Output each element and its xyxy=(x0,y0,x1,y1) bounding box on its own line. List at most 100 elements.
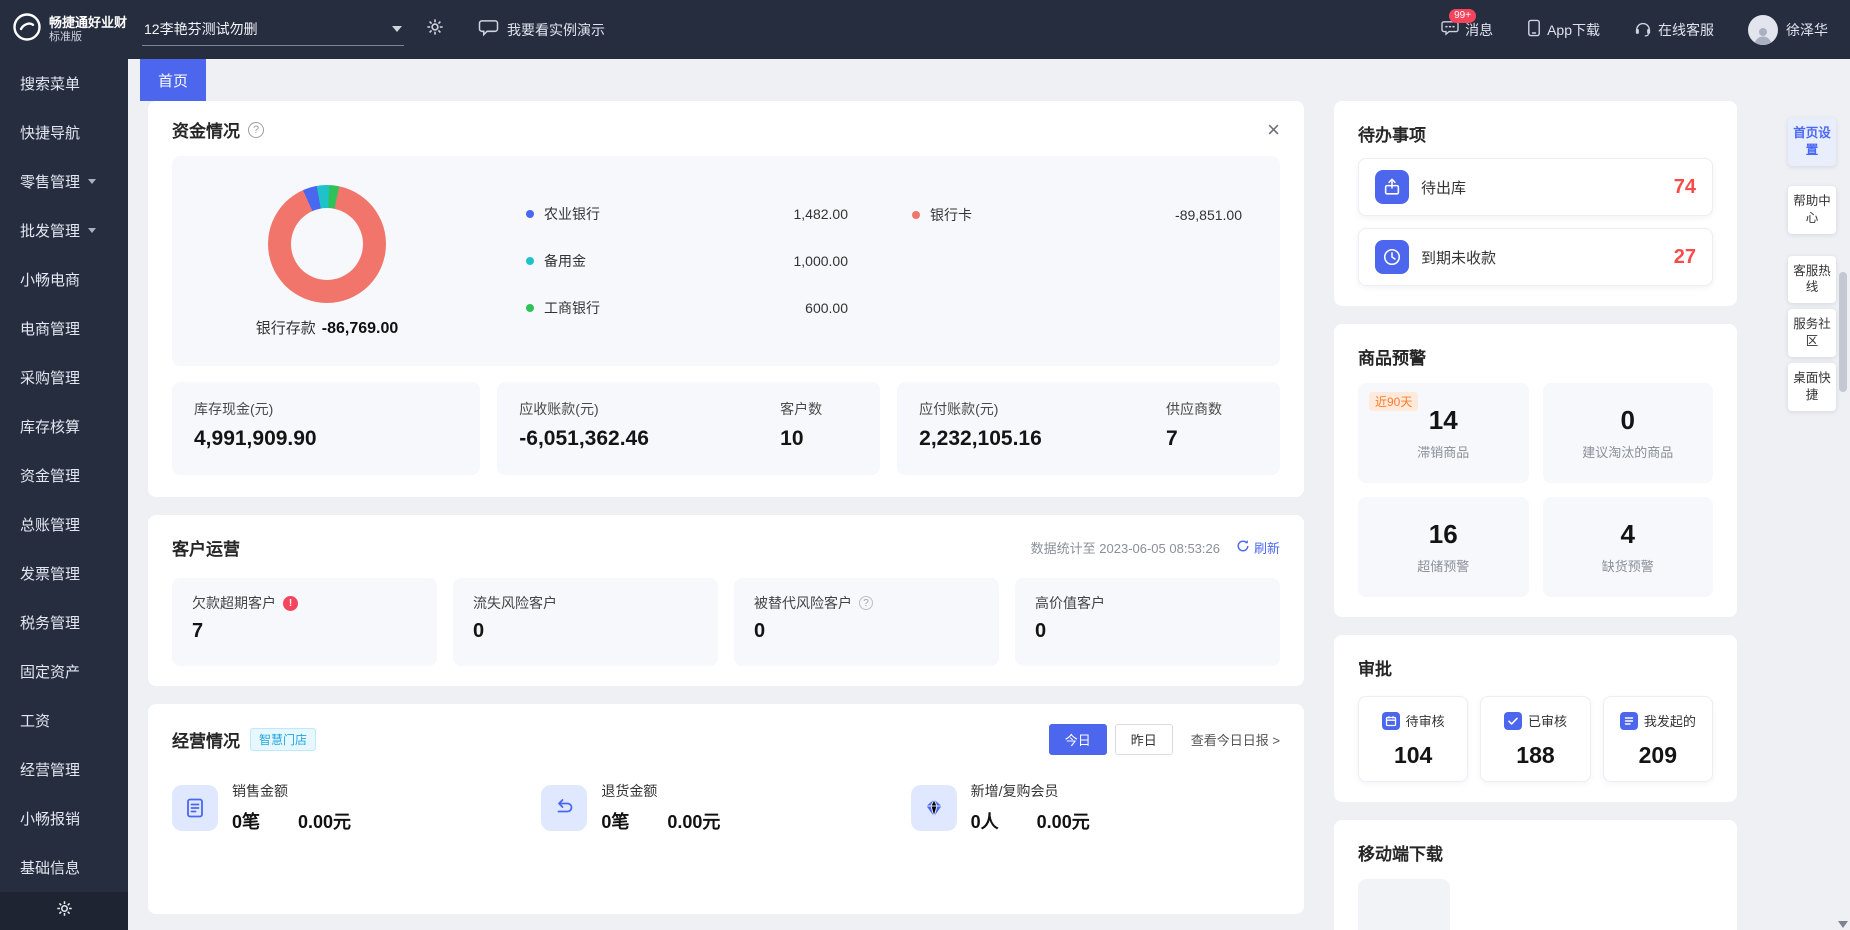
scrollbar-thumb[interactable] xyxy=(1839,272,1847,392)
messages-button[interactable]: 99+ 消息 xyxy=(1441,8,1493,40)
sidebar-item-base-info[interactable]: 基础信息 xyxy=(0,843,128,892)
sidebar-item-retail[interactable]: 零售管理 xyxy=(0,157,128,206)
warning-suggest-remove[interactable]: 0 建议淘汰的商品 xyxy=(1542,383,1713,483)
tab-home[interactable]: 首页 xyxy=(140,59,207,101)
online-service-button[interactable]: 在线客服 xyxy=(1634,20,1714,40)
stat-label: 应收账款(元) xyxy=(519,401,599,417)
sidebar-item-payroll[interactable]: 工资 xyxy=(0,696,128,745)
refresh-icon xyxy=(1236,539,1250,556)
sidebar-item-ecommerce[interactable]: 电商管理 xyxy=(0,304,128,353)
yesterday-button[interactable]: 昨日 xyxy=(1114,724,1173,755)
stat-label: 被替代风险客户 xyxy=(754,595,852,611)
warning-slow-moving[interactable]: 近90天 14 滞销商品 xyxy=(1358,383,1529,483)
help-icon[interactable]: ? xyxy=(248,121,264,138)
warning-value: 16 xyxy=(1428,519,1458,549)
stat-label: 供应商数 xyxy=(1165,401,1222,417)
stat-value: 7 xyxy=(192,620,204,642)
stat-replacement-risk-customers: 被替代风险客户 ? 0 xyxy=(734,578,999,666)
sidebar-item-operations[interactable]: 经营管理 xyxy=(0,745,128,794)
stat-label: 欠款超期客户 xyxy=(192,595,276,611)
chevron-down-icon xyxy=(88,179,97,184)
stat-value: 4,991,909.90 xyxy=(194,427,317,450)
stat-sales-amount: 销售金额 0笔 0.00元 xyxy=(172,781,541,834)
rail-item-label: 帮助中心 xyxy=(1793,193,1831,225)
legend-dot-icon xyxy=(526,210,534,218)
sidebar-item-invoices[interactable]: 发票管理 xyxy=(0,549,128,598)
refresh-label: 刷新 xyxy=(1253,541,1280,556)
gear-icon xyxy=(426,18,444,41)
sidebar-item-quick-nav[interactable]: 快捷导航 xyxy=(0,108,128,157)
stat-customer-count: 客户数 10 xyxy=(780,399,858,458)
stat-amount: 0.00元 xyxy=(667,812,721,832)
rail-service-community[interactable]: 服务社区 xyxy=(1788,309,1836,357)
warning-value: 4 xyxy=(1620,519,1635,549)
settings-gear-button[interactable] xyxy=(426,18,444,41)
brand-name-line1: 畅捷通好业财 xyxy=(49,14,128,30)
tab-home-label: 首页 xyxy=(158,72,189,90)
rail-help-center[interactable]: 帮助中心 xyxy=(1788,185,1836,234)
demo-link[interactable]: 我要看实例演示 xyxy=(478,19,605,40)
sidebar-item-purchasing[interactable]: 采购管理 xyxy=(0,353,128,402)
sidebar-item-label: 零售管理 xyxy=(20,174,81,191)
funds-donut-chart xyxy=(268,184,386,303)
demo-link-label: 我要看实例演示 xyxy=(507,21,605,38)
today-button[interactable]: 今日 xyxy=(1048,724,1107,755)
warning-overstock[interactable]: 16 超储预警 xyxy=(1358,497,1529,597)
sidebar-item-label: 总账管理 xyxy=(20,517,81,534)
legend-row: 备用金 1,000.00 xyxy=(526,251,848,271)
sidebar-item-xiaochang-ecom[interactable]: 小畅电商 xyxy=(0,255,128,304)
warning-label: 滞销商品 xyxy=(1417,445,1470,460)
user-menu[interactable]: 徐泽华 xyxy=(1748,14,1828,45)
legend-row: 工商银行 600.00 xyxy=(526,298,848,318)
sidebar-item-general-ledger[interactable]: 总账管理 xyxy=(0,500,128,549)
daily-report-link[interactable]: 查看今日日报 > xyxy=(1191,730,1280,749)
approval-pending[interactable]: 待审核 104 xyxy=(1358,696,1469,782)
warning-out-of-stock[interactable]: 4 缺货预警 xyxy=(1542,497,1713,597)
sidebar-item-funds[interactable]: 资金管理 xyxy=(0,451,128,500)
chevron-down-icon xyxy=(392,26,402,32)
approval-initiated-by-me[interactable]: 我发起的 209 xyxy=(1602,696,1713,782)
refresh-button[interactable]: 刷新 xyxy=(1236,538,1280,557)
scrollbar-down-arrow[interactable] xyxy=(1838,921,1848,928)
headset-icon xyxy=(1634,20,1652,40)
legend-value: 600.00 xyxy=(805,300,848,316)
todo-pending-outbound[interactable]: 待出库 74 xyxy=(1358,158,1713,216)
sidebar-item-label: 基础信息 xyxy=(20,860,81,877)
stat-label: 客户数 xyxy=(780,401,823,417)
rail-item-label: 服务社区 xyxy=(1793,317,1831,349)
close-icon[interactable]: × xyxy=(1267,118,1280,141)
sidebar-item-tax[interactable]: 税务管理 xyxy=(0,598,128,647)
todo-due-uncollected[interactable]: 到期未收款 27 xyxy=(1358,228,1713,286)
rail-desktop-shortcut[interactable]: 桌面快捷 xyxy=(1788,363,1836,411)
app-download-button[interactable]: App下载 xyxy=(1527,19,1600,40)
stat-churn-risk-customers: 流失风险客户 0 xyxy=(453,578,718,666)
stat-receivables: 应收账款(元) -6,051,362.46 xyxy=(519,399,649,458)
business-card-title: 经营情况 xyxy=(172,732,240,751)
sidebar-item-wholesale[interactable]: 批发管理 xyxy=(0,206,128,255)
rail-item-label: 客服热线 xyxy=(1793,263,1831,295)
legend-label: 工商银行 xyxy=(544,300,600,316)
sidebar-item-search-menu[interactable]: 搜索菜单 xyxy=(0,59,128,108)
sidebar-settings-button[interactable] xyxy=(0,892,128,930)
stat-new-members: 新增/复购会员 0人 0.00元 xyxy=(910,781,1280,834)
gear-icon xyxy=(56,900,73,922)
company-select-value: 12李艳芬测试勿删 xyxy=(144,21,258,37)
sidebar-item-fixed-assets[interactable]: 固定资产 xyxy=(0,647,128,696)
rail-service-hotline[interactable]: 客服热线 xyxy=(1788,255,1836,304)
sidebar-item-label: 小畅报销 xyxy=(20,811,81,828)
question-icon[interactable]: ? xyxy=(859,596,873,610)
legend-label: 备用金 xyxy=(544,253,586,269)
brand-logo: 畅捷通好业财 标准版 xyxy=(0,12,128,47)
approval-reviewed[interactable]: 已审核 188 xyxy=(1480,696,1591,782)
sidebar-item-inventory[interactable]: 库存核算 xyxy=(0,402,128,451)
legend-dot-icon xyxy=(526,304,534,312)
brand-name-line2: 标准版 xyxy=(49,30,82,43)
business-stats-row: 销售金额 0笔 0.00元 退货金额 0笔 0.00元 新增/复购会员 0人 0… xyxy=(172,781,1280,834)
rail-home-settings[interactable]: 首页设置 xyxy=(1788,118,1836,166)
legend-row: 银行卡 -89,851.00 xyxy=(912,205,1242,225)
stat-label: 销售金额 xyxy=(232,783,288,799)
funds-card: 资金情况 ? × 银行存款 -86,769.00 农业银行 1,482.00 备… xyxy=(148,101,1304,497)
company-select[interactable]: 12李艳芬测试勿删 xyxy=(142,13,404,46)
main-content: 资金情况 ? × 银行存款 -86,769.00 农业银行 1,482.00 备… xyxy=(148,101,1304,930)
sidebar-item-expense[interactable]: 小畅报销 xyxy=(0,794,128,843)
